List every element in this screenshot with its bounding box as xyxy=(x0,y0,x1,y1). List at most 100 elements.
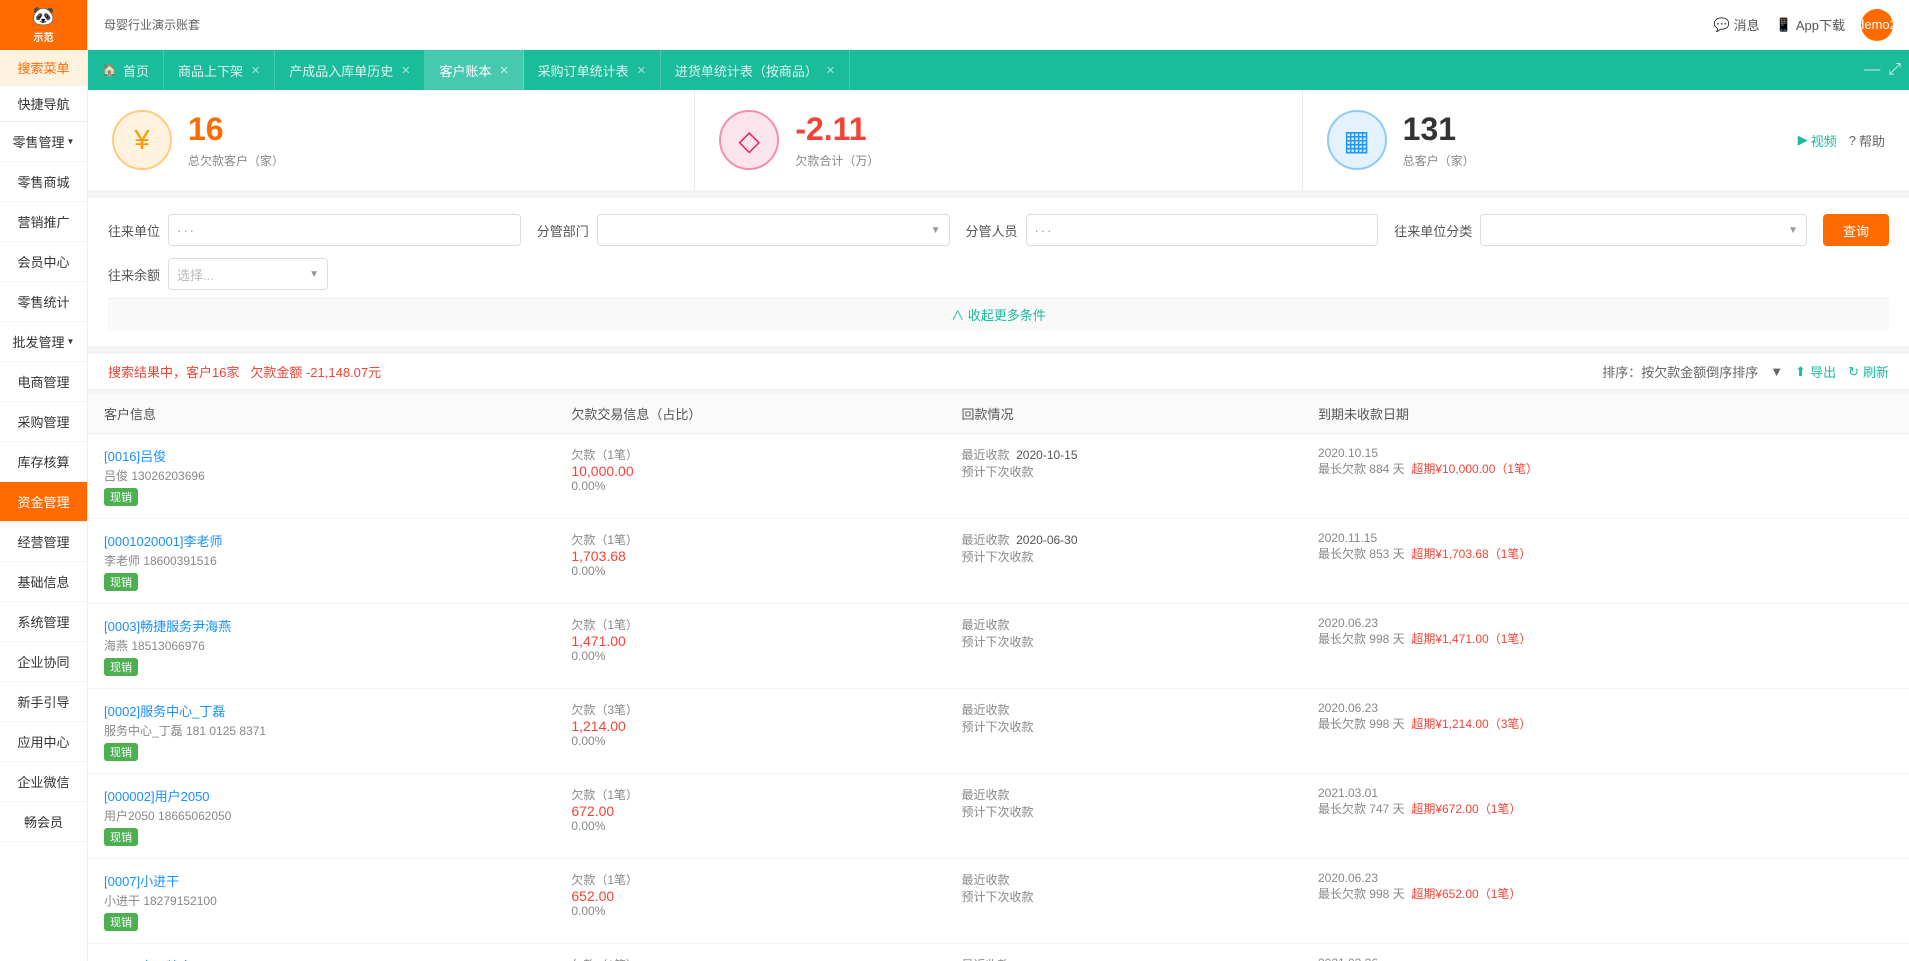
sidebar-item-purchase[interactable]: 采购管理 xyxy=(0,402,87,442)
message-label: 消息 xyxy=(1734,15,1760,34)
username-label: demo2 xyxy=(1857,17,1897,32)
manager-input[interactable]: ··· xyxy=(1026,214,1379,246)
customer-contact-1: 李老师 18600391516 xyxy=(104,552,539,569)
search-button[interactable]: 查询 xyxy=(1823,214,1889,246)
cell-overdue-2: 2020.06.23 最长欠款 998 天 超期¥1,471.00（1笔） xyxy=(1302,604,1909,689)
app-download-btn[interactable]: 📱 App下载 xyxy=(1776,15,1845,34)
overdue-days-3: 最长欠款 998 天 超期¥1,214.00（3笔） xyxy=(1318,715,1893,732)
sidebar-item-inventory[interactable]: 库存核算 xyxy=(0,442,87,482)
tab-purchase-stats-close[interactable]: ✕ xyxy=(637,64,646,77)
sidebar-item-finance[interactable]: 资金管理 xyxy=(0,482,87,522)
tab-production-history-close[interactable]: ✕ xyxy=(401,64,410,77)
sidebar-item-operations[interactable]: 经营管理 xyxy=(0,522,87,562)
sidebar-item-retail-stats[interactable]: 零售统计 xyxy=(0,282,87,322)
view-label: 视频 xyxy=(1811,131,1837,150)
debt-amount-5[interactable]: 652.00 xyxy=(571,888,929,904)
sidebar-item-vip-member[interactable]: 畅会员 xyxy=(0,802,87,842)
table-row: [0003]畅捷服务尹海燕 海燕 18513066976 现销 欠款（1笔） 1… xyxy=(88,604,1909,689)
filter-manager: 分管人员 ··· xyxy=(966,214,1379,246)
customer-name-2[interactable]: [0003]畅捷服务尹海燕 xyxy=(104,619,231,634)
search-menu[interactable]: 搜索菜单 xyxy=(0,50,87,86)
tab-inventory-stats-close[interactable]: ✕ xyxy=(826,64,835,77)
avatar[interactable]: demo2 xyxy=(1861,9,1893,41)
overdue-link-2[interactable]: 超期¥1,471.00（1笔） xyxy=(1411,632,1531,646)
source-unit-type-select[interactable]: ▼ xyxy=(1480,214,1807,246)
customer-contact-3: 服务中心_丁磊 181 0125 8371 xyxy=(104,722,539,739)
customer-contact-5: 小进干 18279152100 xyxy=(104,892,539,909)
export-icon: ⬆ xyxy=(1795,364,1806,380)
message-btn[interactable]: 💬 消息 xyxy=(1713,15,1759,34)
source-unit-input[interactable]: ··· xyxy=(168,214,521,246)
tab-products-off[interactable]: 商品上下架 ✕ xyxy=(164,50,275,90)
sidebar-item-marketing[interactable]: 营销推广 xyxy=(0,202,87,242)
debt-amount-0[interactable]: 10,000.00 xyxy=(571,463,929,479)
cell-overdue-5: 2020.06.23 最长欠款 998 天 超期¥652.00（1笔） xyxy=(1302,859,1909,944)
tabbar: 🏠 首页 商品上下架 ✕ 产成品入库单历史 ✕ 客户账本 ✕ 采购订单统计表 ✕… xyxy=(88,50,1909,90)
logo-text: 示范 xyxy=(34,29,54,44)
sidebar-item-enterprise[interactable]: 企业协同 xyxy=(0,642,87,682)
sidebar-item-corp-wechat[interactable]: 企业微信 xyxy=(0,762,87,802)
export-btn[interactable]: ⬆ 导出 xyxy=(1795,362,1836,381)
tab-inventory-stats[interactable]: 进货单统计表（按商品） ✕ xyxy=(661,50,850,90)
collapse-label: ∧ 收起更多条件 xyxy=(951,308,1046,323)
recovery-date-1: 2020-06-30 xyxy=(1013,533,1078,547)
tab-maximize-icon[interactable]: ⤢ xyxy=(1888,61,1901,79)
customer-name-4[interactable]: [000002]用户2050 xyxy=(104,789,210,804)
debt-percent-4: 0.00% xyxy=(571,819,929,833)
cell-overdue-6: 2021.02.26 最长欠款 750 天 超期¥455.90（1笔） xyxy=(1302,944,1909,961)
tab-purchase-stats[interactable]: 采购订单统计表 ✕ xyxy=(524,50,661,90)
sidebar-item-basic-info[interactable]: 基础信息 xyxy=(0,562,87,602)
mobile-icon: 📱 xyxy=(1776,17,1792,33)
table-row: [0001020001]李老师 李老师 18600391516 现销 欠款（1笔… xyxy=(88,519,1909,604)
sidebar-item-system[interactable]: 系统管理 xyxy=(0,602,87,642)
message-icon: 💬 xyxy=(1713,17,1729,33)
debt-type-6: 欠款（1笔） xyxy=(571,956,929,961)
tab-production-history[interactable]: 产成品入库单历史 ✕ xyxy=(275,50,425,90)
debt-customers-icon: ¥ xyxy=(112,110,172,170)
tab-minimize-icon[interactable]: — xyxy=(1864,61,1880,79)
view-btn[interactable]: ▶ 视频 xyxy=(1798,131,1837,150)
sidebar-item-member[interactable]: 会员中心 xyxy=(0,242,87,282)
filter-source-unit-type: 往来单位分类 ▼ xyxy=(1394,214,1807,246)
app-logo[interactable]: 🐼 示范 xyxy=(0,0,87,50)
customer-name-0[interactable]: [0016]吕俊 xyxy=(104,449,166,464)
sidebar-item-app-center[interactable]: 应用中心 xyxy=(0,722,87,762)
debt-amount-1[interactable]: 1,703.68 xyxy=(571,548,929,564)
tab-products-off-close[interactable]: ✕ xyxy=(251,64,260,77)
filter-row-1: 往来单位 ··· 分管部门 ▼ 分管人员 ··· xyxy=(108,214,1889,246)
sidebar-item-batch-mgmt[interactable]: 批发管理 xyxy=(0,322,87,362)
content: ¥ 16 总欠款客户（家） ◇ -2.11 欠款合计（万） ▦ 131 总客户（… xyxy=(88,90,1909,961)
video-icon: ▶ xyxy=(1798,132,1808,148)
tab-customer-account[interactable]: 客户账本 ✕ xyxy=(425,50,523,90)
refresh-btn[interactable]: ↻ 刷新 xyxy=(1848,362,1889,381)
recovery-label-5: 最近收款 xyxy=(961,871,1286,888)
balance-select[interactable]: 选择... ▼ xyxy=(168,258,328,290)
sidebar-item-retail-mall[interactable]: 零售商城 xyxy=(0,162,87,202)
collapse-btn[interactable]: ∧ 收起更多条件 xyxy=(108,298,1889,330)
balance-placeholder: 选择... xyxy=(177,265,214,284)
cell-customer-info-5: [0007]小进干 小进干 18279152100 现销 xyxy=(88,859,555,944)
help-btn[interactable]: ? 帮助 xyxy=(1849,131,1885,150)
debt-amount-3[interactable]: 1,214.00 xyxy=(571,718,929,734)
customer-name-1[interactable]: [0001020001]李老师 xyxy=(104,534,223,549)
sidebar-item-newbie[interactable]: 新手引导 xyxy=(0,682,87,722)
tab-customer-account-close[interactable]: ✕ xyxy=(499,64,508,77)
overdue-link-3[interactable]: 超期¥1,214.00（3笔） xyxy=(1411,717,1531,731)
overdue-link-5[interactable]: 超期¥652.00（1笔） xyxy=(1411,887,1521,901)
branch-select[interactable]: ▼ xyxy=(597,214,950,246)
debt-amount-4[interactable]: 672.00 xyxy=(571,803,929,819)
overdue-link-4[interactable]: 超期¥672.00（1笔） xyxy=(1411,802,1521,816)
customer-name-3[interactable]: [0002]服务中心_丁磊 xyxy=(104,704,225,719)
nav-title[interactable]: 快捷导航 xyxy=(0,86,87,122)
home-icon: 🏠 xyxy=(102,63,117,77)
overdue-link-0[interactable]: 超期¥10,000.00（1笔） xyxy=(1411,462,1538,476)
sort-arrow[interactable]: ▼ xyxy=(1770,364,1783,379)
filter-area: 往来单位 ··· 分管部门 ▼ 分管人员 ··· xyxy=(88,198,1909,346)
overdue-date-0: 2020.10.15 xyxy=(1318,446,1893,460)
overdue-link-1[interactable]: 超期¥1,703.68（1笔） xyxy=(1411,547,1531,561)
sidebar-item-ecommerce[interactable]: 电商管理 xyxy=(0,362,87,402)
debt-amount-2[interactable]: 1,471.00 xyxy=(571,633,929,649)
customer-name-5[interactable]: [0007]小进干 xyxy=(104,874,179,889)
tab-home[interactable]: 🏠 首页 xyxy=(88,50,164,90)
sidebar-item-retail-mgmt[interactable]: 零售管理 xyxy=(0,122,87,162)
